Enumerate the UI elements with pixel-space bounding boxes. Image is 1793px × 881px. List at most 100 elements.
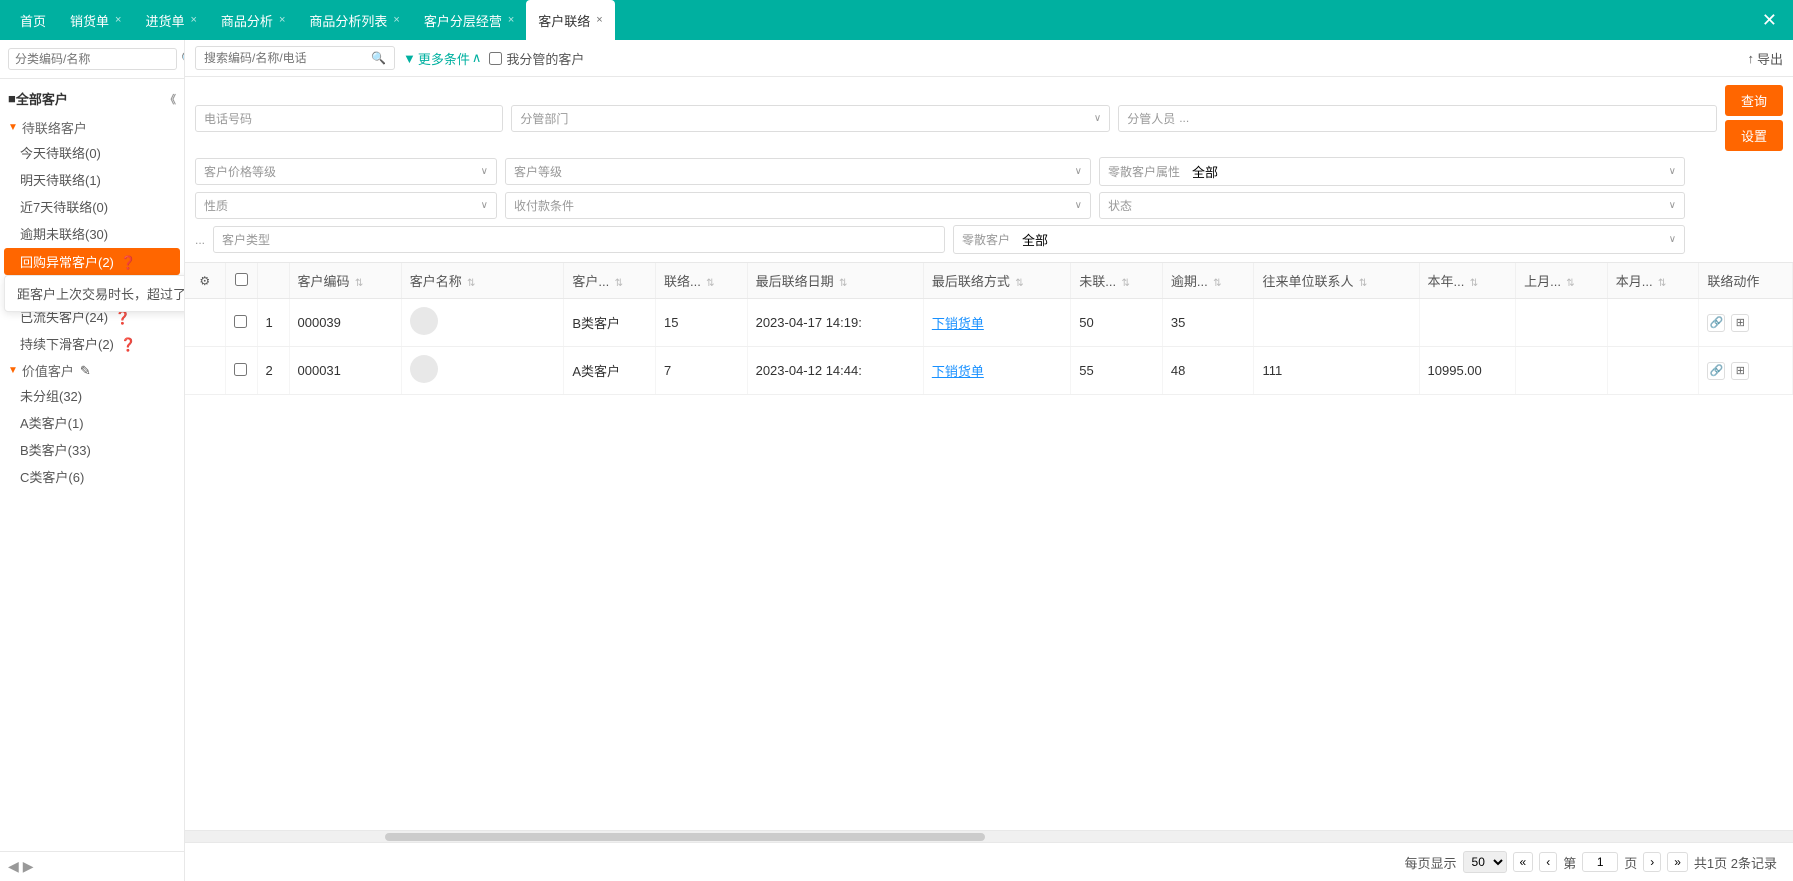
th-check[interactable]: [225, 263, 257, 299]
sidebar-all-customers[interactable]: ■ 全部客户 《: [0, 83, 184, 114]
nav-sales[interactable]: 销货单 ×: [58, 0, 133, 40]
row1-link-icon[interactable]: 🔗: [1707, 314, 1725, 332]
person-more-btn[interactable]: ...: [1179, 111, 1189, 125]
customer-type-field[interactable]: 客户类型: [213, 226, 945, 253]
th-last-date[interactable]: 最后联络日期 ⇅: [747, 263, 923, 299]
horizontal-scrollbar[interactable]: [185, 830, 1793, 842]
row2-grid-icon[interactable]: ⊞: [1731, 362, 1749, 380]
th-name[interactable]: 客户名称 ⇅: [401, 263, 564, 299]
sort-code-icon[interactable]: ⇅: [355, 278, 363, 289]
nav-purchase-close[interactable]: ×: [190, 14, 196, 26]
sidebar-search-input[interactable]: [8, 48, 177, 70]
payment-field[interactable]: 收付款条件 ∨: [505, 192, 1091, 219]
td-check-1[interactable]: [225, 299, 257, 347]
sidebar-section-pending[interactable]: ▼ 待联络客户: [0, 114, 184, 139]
nav-purchase[interactable]: 进货单 ×: [133, 0, 208, 40]
sort-contact-icon[interactable]: ⇅: [706, 278, 714, 289]
last-page-button[interactable]: »: [1667, 852, 1688, 872]
sidebar-item-overdue[interactable]: 逾期未联络(30): [0, 220, 184, 247]
nav-customer-contact[interactable]: 客户联络 ×: [526, 0, 614, 40]
td-code-1[interactable]: 000039: [289, 299, 401, 347]
sidebar-collapse-icon[interactable]: 《: [165, 91, 176, 107]
sidebar-item-ungroup[interactable]: 未分组(32): [0, 382, 184, 409]
nav-customer-seg[interactable]: 客户分层经营 ×: [412, 0, 526, 40]
more-conditions-btn[interactable]: ▼ 更多条件 ∧: [403, 49, 481, 68]
sidebar-item-a-class[interactable]: A类客户(1): [0, 409, 184, 436]
row1-checkbox[interactable]: [234, 315, 247, 328]
search-icon[interactable]: 🔍: [371, 51, 386, 65]
export-button[interactable]: ↑ 导出: [1747, 49, 1783, 68]
th-this-year[interactable]: 本年... ⇅: [1419, 263, 1516, 299]
query-button[interactable]: 查询: [1725, 85, 1783, 116]
th-last-type[interactable]: 最后联络方式 ⇅: [923, 263, 1070, 299]
td-last-type-2[interactable]: 下销货单: [923, 347, 1070, 395]
sort-name-icon[interactable]: ⇅: [467, 278, 475, 289]
td-name-1[interactable]: [401, 299, 564, 347]
select-all-checkbox[interactable]: [235, 273, 248, 286]
first-page-button[interactable]: «: [1513, 852, 1534, 872]
sort-type-icon[interactable]: ⇅: [615, 278, 623, 289]
status-field[interactable]: 状态 ∨: [1099, 192, 1685, 219]
sort-thismonth-icon[interactable]: ⇅: [1658, 278, 1666, 289]
sidebar-item-today[interactable]: 今天待联络(0): [0, 139, 184, 166]
search-input[interactable]: [204, 51, 371, 65]
phone-field[interactable]: 电话号码: [195, 105, 503, 132]
sort-uncontact-icon[interactable]: ⇅: [1121, 278, 1129, 289]
th-type[interactable]: 客户... ⇅: [564, 263, 656, 299]
sidebar-right-arrow[interactable]: ▶: [23, 858, 34, 875]
my-customer-checkbox[interactable]: [489, 52, 502, 65]
nav-sales-close[interactable]: ×: [115, 14, 121, 26]
th-gear[interactable]: ⚙: [185, 263, 225, 299]
sidebar-item-declining[interactable]: 持续下滑客户(2) ❓: [0, 330, 184, 357]
th-overdue[interactable]: 逾期... ⇅: [1162, 263, 1254, 299]
sidebar-item-b-class[interactable]: B类客户(33): [0, 436, 184, 463]
th-last-month[interactable]: 上月... ⇅: [1516, 263, 1608, 299]
sort-overdue-icon[interactable]: ⇅: [1213, 278, 1221, 289]
nav-customer-contact-close[interactable]: ×: [596, 14, 602, 26]
nav-analysis-close[interactable]: ×: [279, 14, 285, 26]
row2-link-icon[interactable]: 🔗: [1707, 362, 1725, 380]
th-uncontacted[interactable]: 未联... ⇅: [1071, 263, 1163, 299]
th-contact[interactable]: 联络... ⇅: [655, 263, 747, 299]
row1-grid-icon[interactable]: ⊞: [1731, 314, 1749, 332]
sidebar-item-repurchase-abnormal[interactable]: 回购异常客户(2) ❓ 距客户上次交易时长，超过了此客户的平均交易周期的1.5倍…: [4, 248, 180, 275]
more-filters-btn[interactable]: ...: [195, 233, 205, 247]
th-this-month[interactable]: 本月... ⇅: [1607, 263, 1699, 299]
th-code[interactable]: 客户编码 ⇅: [289, 263, 401, 299]
nav-home[interactable]: 首页: [8, 0, 58, 40]
set-button[interactable]: 设置: [1725, 120, 1783, 151]
scroll-thumb[interactable]: [385, 833, 985, 841]
retail-attr-field[interactable]: 零散客户属性 全部 ∨: [1099, 157, 1685, 186]
retail-customer-field[interactable]: 零散客户 全部 ∨: [953, 225, 1685, 254]
sort-lastmonth-icon[interactable]: ⇅: [1566, 278, 1574, 289]
nav-analysis-list[interactable]: 商品分析列表 ×: [297, 0, 411, 40]
sidebar-item-tomorrow[interactable]: 明天待联络(1): [0, 166, 184, 193]
person-field[interactable]: 分管人员 ...: [1118, 105, 1717, 132]
next-page-button[interactable]: ›: [1643, 852, 1661, 872]
prev-page-button[interactable]: ‹: [1539, 852, 1557, 872]
sidebar-left-arrow[interactable]: ◀: [8, 858, 19, 875]
sort-date-icon[interactable]: ⇅: [839, 278, 847, 289]
row2-checkbox[interactable]: [234, 363, 247, 376]
th-unit-contact[interactable]: 往来单位联系人 ⇅: [1254, 263, 1419, 299]
nav-customer-seg-close[interactable]: ×: [508, 14, 514, 26]
nav-analysis-list-close[interactable]: ×: [393, 14, 399, 26]
my-customer-filter[interactable]: 我分管的客户: [489, 49, 584, 68]
sort-last-type-icon[interactable]: ⇅: [1015, 278, 1023, 289]
sidebar-section-value[interactable]: ▼ 价值客户 ✎: [0, 357, 184, 382]
sidebar-item-c-class[interactable]: C类客户(6): [0, 463, 184, 490]
td-check-2[interactable]: [225, 347, 257, 395]
sidebar-item-7days[interactable]: 近7天待联络(0): [0, 193, 184, 220]
sort-unit-icon[interactable]: ⇅: [1359, 278, 1367, 289]
customer-level-field[interactable]: 客户等级 ∨: [505, 158, 1091, 185]
sort-year-icon[interactable]: ⇅: [1470, 278, 1478, 289]
dept-field[interactable]: 分管部门 ∨: [511, 105, 1110, 132]
gender-field[interactable]: 性质 ∨: [195, 192, 497, 219]
price-level-field[interactable]: 客户价格等级 ∨: [195, 158, 497, 185]
td-last-type-1[interactable]: 下销货单: [923, 299, 1070, 347]
per-page-select[interactable]: 50: [1463, 851, 1507, 873]
td-name-2[interactable]: [401, 347, 564, 395]
page-input[interactable]: [1582, 852, 1618, 872]
td-code-2[interactable]: 000031: [289, 347, 401, 395]
window-close-button[interactable]: ✕: [1754, 10, 1785, 31]
